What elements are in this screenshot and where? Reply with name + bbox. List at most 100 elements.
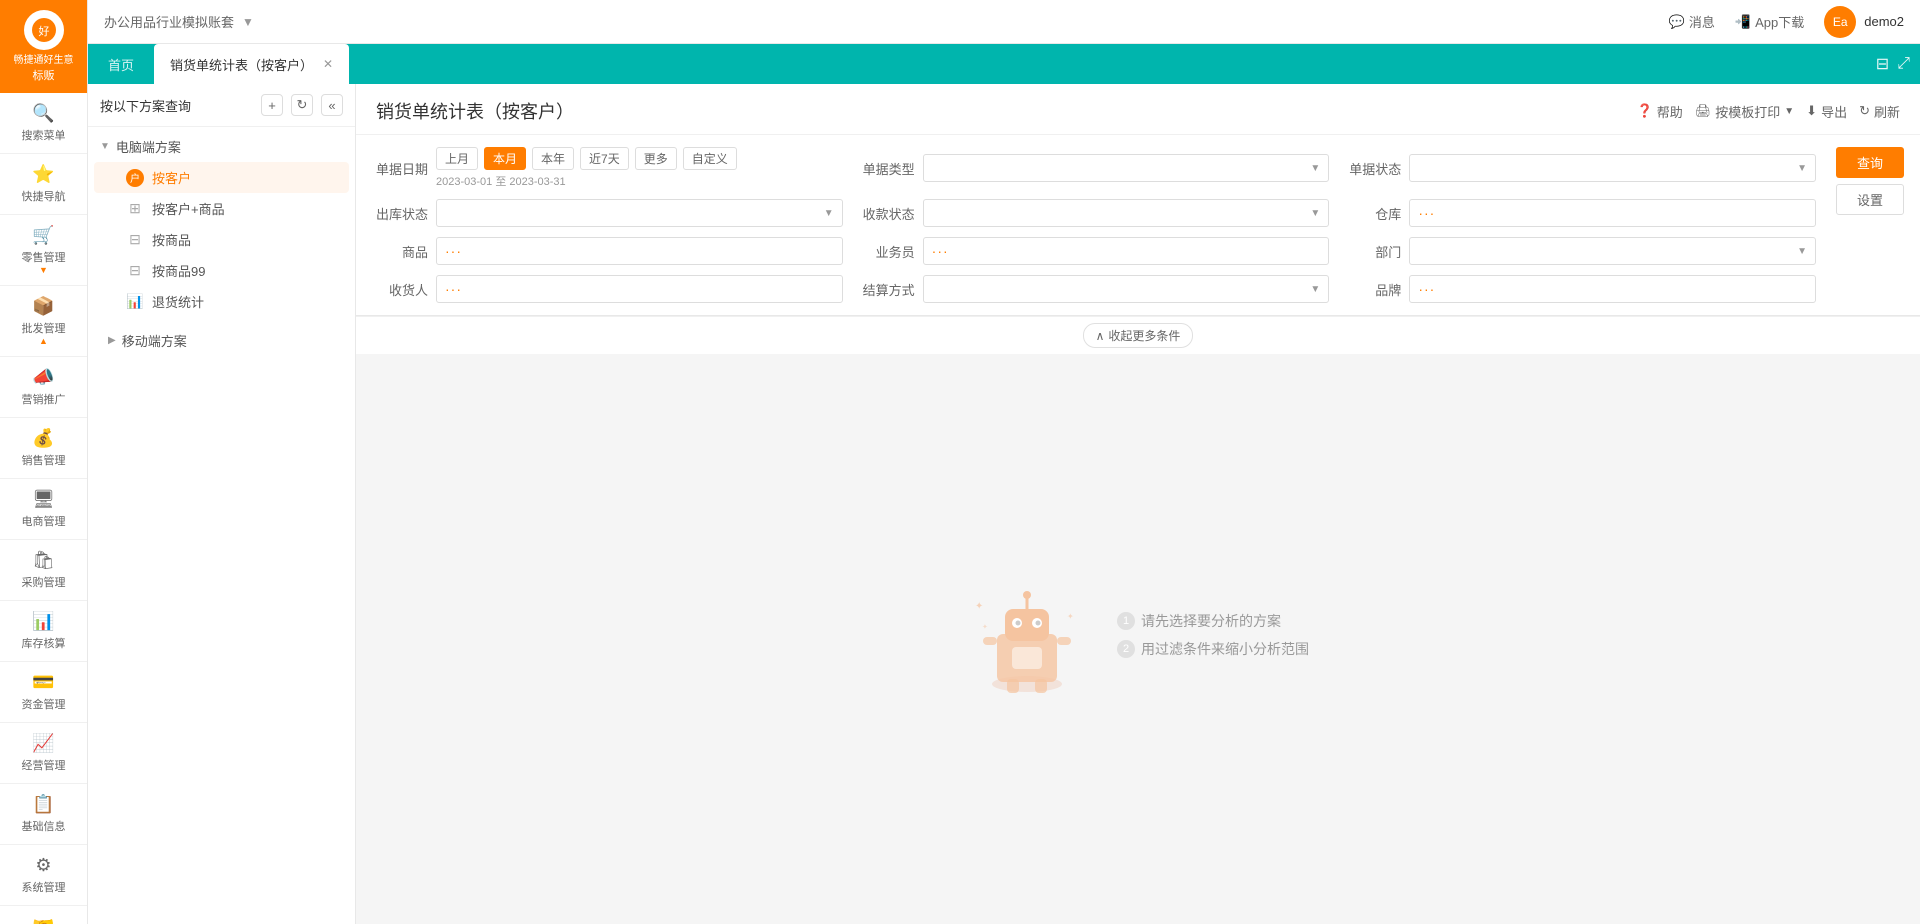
user-area[interactable]: Ea demo2 xyxy=(1824,6,1904,38)
chevron-right-icon: ▶ xyxy=(108,335,116,346)
ship-select[interactable]: ▼ xyxy=(436,199,843,227)
refresh-scheme-btn[interactable]: ↻ xyxy=(291,94,313,116)
filter-area: 单据日期 上月 本月 本年 近7天 更多 自定义 xyxy=(356,135,1920,316)
sidebar-item-basic[interactable]: 📋 基础信息 xyxy=(0,784,88,845)
purchase-icon: 🛍 xyxy=(32,550,55,571)
doc-type-select[interactable]: ▼ xyxy=(923,154,1330,182)
help-label: 帮助 xyxy=(1657,102,1683,121)
scheme-item-by-product-99-label: 按商品99 xyxy=(152,261,205,280)
topbar-dropdown-icon[interactable]: ▼ xyxy=(242,15,254,29)
tab-sales-stats[interactable]: 销货单统计表（按客户） ✕ xyxy=(154,44,349,84)
filter-cell-brand: 品牌 ··· xyxy=(1345,275,1816,303)
table-icon: ⊟ xyxy=(126,231,144,248)
tab-home[interactable]: 首页 xyxy=(88,44,154,84)
salesperson-label: 业务员 xyxy=(859,242,915,261)
query-btn[interactable]: 查询 xyxy=(1836,147,1904,178)
scheme-item-return-stats[interactable]: 📊 退货统计 xyxy=(94,286,349,317)
empty-hint-2: 2 用过滤条件来缩小分析范围 xyxy=(1117,639,1309,659)
date-control: 上月 本月 本年 近7天 更多 自定义 2023-03-01 至 2023-03… xyxy=(436,147,843,189)
step-2-icon: 2 xyxy=(1117,640,1135,658)
settings-btn[interactable]: 设置 xyxy=(1836,184,1904,215)
tab-minimize-btn[interactable]: ⊟ xyxy=(1876,54,1889,74)
sidebar-search[interactable]: 🔍 搜索菜单 xyxy=(0,93,88,154)
tabbar-right: ⊟ ⤢ xyxy=(1876,54,1920,74)
app-subtitle: 标贩 xyxy=(33,67,55,83)
date-range-display: 2023-03-01 至 2023-03-31 xyxy=(436,173,843,189)
empty-hint-1: 1 请先选择要分析的方案 xyxy=(1117,611,1309,631)
sidebar-item-quicknav[interactable]: ⭐ 快捷导航 xyxy=(0,154,88,215)
recipient-label: 收货人 xyxy=(372,280,428,299)
doc-status-label: 单据状态 xyxy=(1345,159,1401,178)
date-btn-more[interactable]: 更多 xyxy=(635,147,677,170)
doc-status-select[interactable]: ▼ xyxy=(1409,154,1816,182)
filter-cell-salesperson: 业务员 ··· xyxy=(859,237,1330,265)
sidebar-item-operations[interactable]: 📈 经营管理 xyxy=(0,723,88,784)
product-select[interactable]: ··· xyxy=(436,237,843,265)
quicknav-icon: ⭐ xyxy=(32,164,54,185)
scheme-item-by-product[interactable]: ⊟ 按商品 xyxy=(94,224,349,255)
sidebar-item-purchase[interactable]: 🛍 采购管理 xyxy=(0,540,88,601)
brand-select[interactable]: ··· xyxy=(1409,275,1816,303)
collapse-btn[interactable]: ∧ 收起更多条件 xyxy=(1083,323,1194,348)
tab-expand-btn[interactable]: ⤢ xyxy=(1897,55,1910,73)
sidebar-item-ecommerce[interactable]: 🖥 电商管理 xyxy=(0,479,88,540)
filter-main-row: 单据日期 上月 本月 本年 近7天 更多 自定义 xyxy=(372,147,1904,303)
refresh-btn[interactable]: ↻ 刷新 xyxy=(1859,102,1900,121)
recipient-select[interactable]: ··· xyxy=(436,275,843,303)
date-btn-custom[interactable]: 自定义 xyxy=(683,147,737,170)
salesperson-select[interactable]: ··· xyxy=(923,237,1330,265)
app-download-btn[interactable]: 📲 App下载 xyxy=(1735,12,1804,31)
export-btn[interactable]: ⬇ 导出 xyxy=(1806,102,1847,121)
scheme-group-mobile: ▶ 移动端方案 xyxy=(88,321,355,360)
sidebar-item-enterprise[interactable]: 🤝 企业协同 xyxy=(0,906,88,924)
sidebar-item-system[interactable]: ⚙ 系统管理 xyxy=(0,845,88,906)
refresh-icon: ↻ xyxy=(297,97,308,113)
sidebar-purchase-label: 采购管理 xyxy=(22,574,66,590)
scheme-item-by-customer-product[interactable]: ⊞ 按客户+商品 xyxy=(94,193,349,224)
warehouse-label: 仓库 xyxy=(1345,204,1401,223)
settlement-select[interactable]: ▼ xyxy=(923,275,1330,303)
print-btn[interactable]: 🖨 按模板打印 ▼ xyxy=(1695,102,1794,121)
sidebar-item-retail[interactable]: 🛒 零售管理 ▼ xyxy=(0,215,88,286)
payment-select[interactable]: ▼ xyxy=(923,199,1330,227)
department-select[interactable]: ▼ xyxy=(1409,237,1816,265)
date-btn-this-month[interactable]: 本月 xyxy=(484,147,526,170)
svg-text:✦: ✦ xyxy=(982,623,988,631)
logo-icon: 好 xyxy=(24,10,64,50)
topbar: 办公用品行业模拟账套 ▼ 💬 消息 📲 App下载 Ea demo2 xyxy=(88,0,1920,44)
scheme-item-by-customer[interactable]: 户 按客户 xyxy=(94,162,349,193)
tab-close-btn[interactable]: ✕ xyxy=(323,57,333,71)
scheme-group-pc-header[interactable]: ▼ 电脑端方案 xyxy=(88,131,355,162)
right-panel: 销货单统计表（按客户） ❓ 帮助 🖨 按模板打印 ▼ ⬇ 导出 xyxy=(356,84,1920,924)
add-scheme-btn[interactable]: + xyxy=(261,94,283,116)
left-panel: 按以下方案查询 + ↻ « ▼ 电脑端方案 户 按客户 xyxy=(88,84,356,924)
scheme-item-by-customer-product-label: 按客户+商品 xyxy=(152,199,225,218)
date-btn-7days[interactable]: 近7天 xyxy=(580,147,629,170)
scheme-item-return-stats-label: 退货统计 xyxy=(152,292,204,311)
sidebar-item-inventory[interactable]: 📊 库存核算 xyxy=(0,601,88,662)
sidebar-item-finance[interactable]: 💳 资金管理 xyxy=(0,662,88,723)
scheme-item-by-product-99[interactable]: ⊟ 按商品99 xyxy=(94,255,349,286)
message-btn[interactable]: 💬 消息 xyxy=(1669,12,1715,31)
topbar-right: 💬 消息 📲 App下载 Ea demo2 xyxy=(1669,6,1904,38)
date-btn-last-month[interactable]: 上月 xyxy=(436,147,478,170)
collapse-panel-btn[interactable]: « xyxy=(321,94,343,116)
tab-home-label: 首页 xyxy=(108,55,134,74)
scheme-group-mobile-header[interactable]: ▶ 移动端方案 xyxy=(88,325,355,356)
step-1-icon: 1 xyxy=(1117,612,1135,630)
sidebar-item-marketing[interactable]: 📣 营销推广 xyxy=(0,357,88,418)
marketing-icon: 📣 xyxy=(32,367,54,388)
sidebar: 好 畅捷通好生意 标贩 🔍 搜索菜单 ⭐ 快捷导航 🛒 零售管理 ▼ 📦 批发管… xyxy=(0,0,88,924)
filter-cell-ship: 出库状态 ▼ xyxy=(372,199,843,227)
retail-icon: 🛒 xyxy=(32,225,54,246)
sidebar-item-sales[interactable]: 💰 销售管理 xyxy=(0,418,88,479)
retail-arrow: ▼ xyxy=(39,265,48,275)
help-btn[interactable]: ❓ 帮助 xyxy=(1637,102,1683,121)
date-btn-this-year[interactable]: 本年 xyxy=(532,147,574,170)
page-title-bar: 销货单统计表（按客户） ❓ 帮助 🖨 按模板打印 ▼ ⬇ 导出 xyxy=(356,84,1920,135)
sidebar-finance-label: 资金管理 xyxy=(22,696,66,712)
product-dots: ··· xyxy=(445,243,462,259)
warehouse-select[interactable]: ··· xyxy=(1409,199,1816,227)
sidebar-item-wholesale[interactable]: 📦 批发管理 ▲ xyxy=(0,286,88,357)
print-icon: 🖨 xyxy=(1695,103,1712,119)
